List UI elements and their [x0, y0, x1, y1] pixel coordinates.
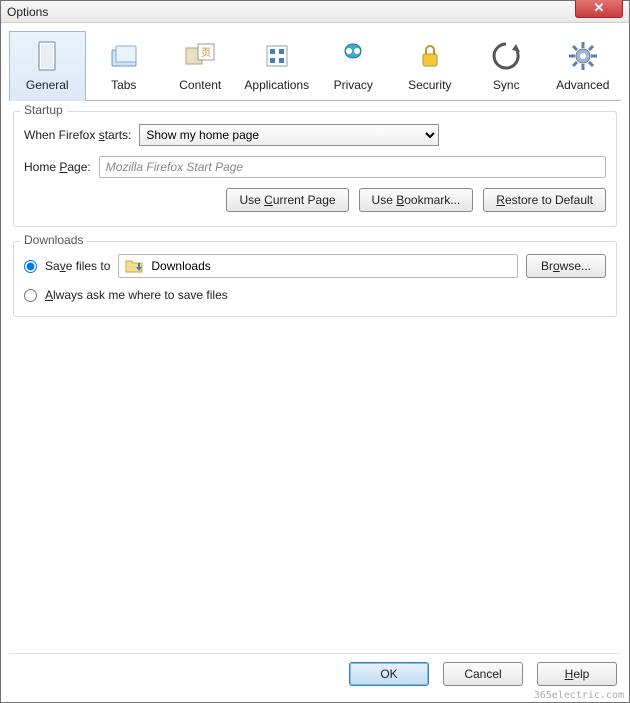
tabs-icon	[106, 38, 142, 74]
when-firefox-starts-label: When Firefox starts:	[24, 128, 131, 142]
help-button[interactable]: Help	[537, 662, 617, 686]
svg-text:页: 页	[201, 47, 211, 59]
applications-icon	[259, 38, 295, 74]
home-page-row: Home Page:	[24, 156, 606, 178]
gear-icon	[565, 38, 601, 74]
tab-label: Advanced	[556, 78, 609, 92]
tab-privacy[interactable]: Privacy	[315, 31, 392, 100]
options-window: Options ✕ General Tabs 页	[0, 0, 630, 703]
folder-icon	[125, 257, 143, 275]
tab-sync[interactable]: Sync	[468, 31, 545, 100]
home-page-label: Home Page:	[24, 160, 91, 174]
cancel-button[interactable]: Cancel	[443, 662, 523, 686]
tab-content[interactable]: 页 Content	[162, 31, 239, 100]
use-current-page-button[interactable]: Use Current Page	[226, 188, 348, 212]
restore-default-button[interactable]: Restore to Default	[483, 188, 606, 212]
startup-mode-select[interactable]: Show my home page	[139, 124, 439, 146]
browse-button[interactable]: Browse...	[526, 254, 606, 278]
always-ask-radio[interactable]	[24, 289, 37, 302]
tab-security[interactable]: Security	[392, 31, 469, 100]
general-panel: Startup When Firefox starts: Show my hom…	[9, 101, 621, 653]
tab-label: Privacy	[334, 78, 373, 92]
save-files-to-label: Save files to	[45, 259, 110, 273]
use-bookmark-button[interactable]: Use Bookmark...	[359, 188, 474, 212]
content-area: General Tabs 页 Content Applications	[1, 23, 629, 702]
tab-general[interactable]: General	[9, 31, 86, 101]
tab-tabs[interactable]: Tabs	[86, 31, 163, 100]
dialog-button-row: OK Cancel Help	[9, 653, 621, 694]
save-files-to-radio[interactable]	[24, 260, 37, 273]
download-folder-field[interactable]: Downloads	[118, 254, 518, 278]
downloads-legend: Downloads	[20, 233, 87, 247]
startup-legend: Startup	[20, 103, 67, 117]
downloads-group: Downloads Save files to Downloads Browse…	[13, 241, 617, 317]
close-button[interactable]: ✕	[575, 0, 623, 18]
when-firefox-starts-row: When Firefox starts: Show my home page	[24, 124, 606, 146]
ok-button[interactable]: OK	[349, 662, 429, 686]
titlebar: Options ✕	[1, 1, 629, 23]
window-title: Options	[7, 5, 48, 19]
privacy-icon	[335, 38, 371, 74]
tab-label: Applications	[244, 78, 309, 92]
home-page-buttons: Use Current Page Use Bookmark... Restore…	[24, 188, 606, 212]
security-icon	[412, 38, 448, 74]
tab-label: Security	[408, 78, 451, 92]
tab-label: Content	[179, 78, 221, 92]
general-icon	[29, 38, 65, 74]
tab-applications[interactable]: Applications	[239, 31, 316, 100]
watermark: 365electric.com	[534, 690, 624, 701]
home-page-input[interactable]	[99, 156, 606, 178]
tab-label: Tabs	[111, 78, 136, 92]
always-ask-row: Always ask me where to save files	[24, 288, 606, 302]
tab-label: General	[26, 78, 69, 92]
sync-icon	[488, 38, 524, 74]
tab-advanced[interactable]: Advanced	[545, 31, 622, 100]
category-tabstrip: General Tabs 页 Content Applications	[9, 31, 621, 101]
download-folder-name: Downloads	[151, 259, 210, 273]
close-icon: ✕	[594, 0, 605, 16]
always-ask-label: Always ask me where to save files	[45, 288, 228, 302]
content-icon: 页	[182, 38, 218, 74]
startup-group: Startup When Firefox starts: Show my hom…	[13, 111, 617, 227]
tab-label: Sync	[493, 78, 520, 92]
save-files-to-row: Save files to Downloads Browse...	[24, 254, 606, 278]
